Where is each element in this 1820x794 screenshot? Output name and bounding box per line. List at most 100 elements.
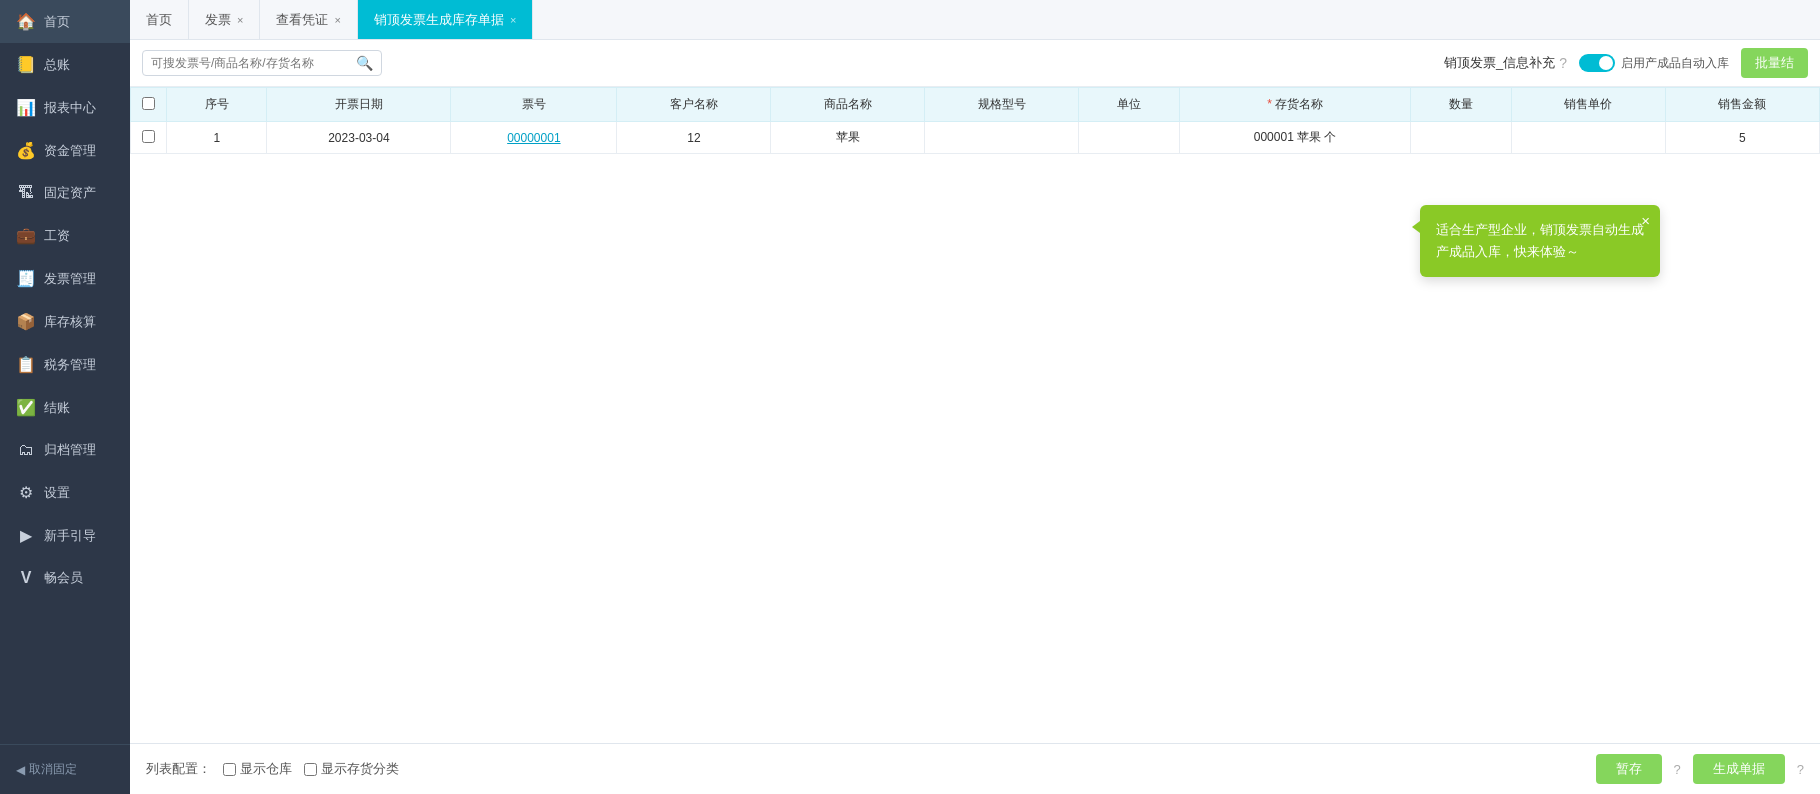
sidebar-item-label: 资金管理 <box>44 142 96 160</box>
search-box[interactable]: 🔍 <box>142 50 382 76</box>
sidebar-item-label: 工资 <box>44 227 70 245</box>
tab-home-label: 首页 <box>146 11 172 29</box>
footer-actions: 暂存 ? 生成单据 ? <box>1596 754 1804 784</box>
sidebar-item-home[interactable]: 🏠 首页 <box>0 0 130 43</box>
sidebar-item-settlement[interactable]: ✅ 结账 <box>0 386 130 429</box>
list-config: 列表配置： 显示仓库 显示存货分类 <box>146 760 399 778</box>
sidebar-item-label: 固定资产 <box>44 184 96 202</box>
row-inventory-name: 000001 苹果 个 <box>1179 122 1411 154</box>
show-category-checkbox[interactable] <box>304 763 317 776</box>
archive-icon: 🗂 <box>16 441 36 459</box>
guide-icon: ▶ <box>16 526 36 545</box>
save-button[interactable]: 暂存 <box>1596 754 1662 784</box>
header-ticket-no: 票号 <box>451 88 617 122</box>
info-label-text: 销顶发票_信息补充 <box>1444 54 1555 72</box>
sidebar-item-tax-management[interactable]: 📋 税务管理 <box>0 343 130 386</box>
tab-view-voucher-label: 查看凭证 <box>276 11 328 29</box>
search-icon: 🔍 <box>356 55 373 71</box>
row-checkbox[interactable] <box>142 130 155 143</box>
header-unit: 单位 <box>1079 88 1179 122</box>
sidebar-item-report-center[interactable]: 📊 报表中心 <box>0 86 130 129</box>
row-open-date: 2023-03-04 <box>267 122 451 154</box>
show-category-label[interactable]: 显示存货分类 <box>304 760 399 778</box>
sidebar-item-label: 畅会员 <box>44 569 83 587</box>
tab-invoice-label: 发票 <box>205 11 231 29</box>
header-qty: 数量 <box>1411 88 1511 122</box>
sidebar-item-label: 结账 <box>44 399 70 417</box>
header-inventory-name: 存货名称 <box>1179 88 1411 122</box>
batch-button[interactable]: 批量结 <box>1741 48 1808 78</box>
unpin-button[interactable]: ◀ 取消固定 <box>0 753 130 786</box>
header-product-name: 商品名称 <box>771 88 925 122</box>
tab-bar: 首页 发票 × 查看凭证 × 销顶发票生成库存单据 × <box>130 0 1820 40</box>
sidebar-item-archive-management[interactable]: 🗂 归档管理 <box>0 429 130 471</box>
settings-icon: ⚙ <box>16 483 36 502</box>
home-icon: 🏠 <box>16 12 36 31</box>
assets-icon: 🏗 <box>16 184 36 202</box>
header-unit-price: 销售单价 <box>1511 88 1665 122</box>
show-warehouse-checkbox[interactable] <box>223 763 236 776</box>
ledger-icon: 📒 <box>16 55 36 74</box>
header-seq: 序号 <box>167 88 267 122</box>
sidebar-item-invoice-management[interactable]: 🧾 发票管理 <box>0 257 130 300</box>
inventory-icon: 📦 <box>16 312 36 331</box>
sidebar-item-label: 归档管理 <box>44 441 96 459</box>
settlement-icon: ✅ <box>16 398 36 417</box>
tab-view-voucher-close[interactable]: × <box>334 14 340 26</box>
show-category-text: 显示存货分类 <box>321 760 399 778</box>
table-row: 1 2023-03-04 00000001 12 苹果 000001 苹果 个 … <box>131 122 1820 154</box>
sidebar-item-fund-management[interactable]: 💰 资金管理 <box>0 129 130 172</box>
auto-warehouse-toggle[interactable] <box>1579 54 1615 72</box>
search-input[interactable] <box>151 56 352 70</box>
tax-icon: 📋 <box>16 355 36 374</box>
row-customer-name: 12 <box>617 122 771 154</box>
sidebar-item-new-guide[interactable]: ▶ 新手引导 <box>0 514 130 557</box>
sidebar-item-label: 发票管理 <box>44 270 96 288</box>
select-all-checkbox[interactable] <box>142 97 155 110</box>
show-warehouse-label[interactable]: 显示仓库 <box>223 760 292 778</box>
table-header-row: 序号 开票日期 票号 客户名称 商品名称 规格型号 单位 存货名称 数量 销售单… <box>131 88 1820 122</box>
row-qty <box>1411 122 1511 154</box>
sidebar-item-label: 税务管理 <box>44 356 96 374</box>
tab-view-voucher[interactable]: 查看凭证 × <box>260 0 357 39</box>
header-customer-name: 客户名称 <box>617 88 771 122</box>
toggle-knob <box>1599 56 1613 70</box>
pin-label: 取消固定 <box>29 761 77 778</box>
payroll-icon: 💼 <box>16 226 36 245</box>
sidebar-item-label: 新手引导 <box>44 527 96 545</box>
report-icon: 📊 <box>16 98 36 117</box>
row-product-name: 苹果 <box>771 122 925 154</box>
sidebar-item-payroll[interactable]: 💼 工资 <box>0 214 130 257</box>
toolbar: 🔍 销顶发票_信息补充 ? 启用产成品自动入库 批量结 <box>130 40 1820 87</box>
save-help-icon[interactable]: ? <box>1674 762 1681 777</box>
tab-invoice[interactable]: 发票 × <box>189 0 260 39</box>
tab-home[interactable]: 首页 <box>130 0 189 39</box>
sidebar-item-inventory-check[interactable]: 📦 库存核算 <box>0 300 130 343</box>
sidebar-item-fixed-assets[interactable]: 🏗 固定资产 <box>0 172 130 214</box>
sidebar-item-label: 报表中心 <box>44 99 96 117</box>
tab-invoice-close[interactable]: × <box>237 14 243 26</box>
sidebar-item-label: 设置 <box>44 484 70 502</box>
header-checkbox-cell <box>131 88 167 122</box>
row-ticket-no[interactable]: 00000001 <box>451 122 617 154</box>
header-open-date: 开票日期 <box>267 88 451 122</box>
generate-button[interactable]: 生成单据 <box>1693 754 1785 784</box>
table-container: 序号 开票日期 票号 客户名称 商品名称 规格型号 单位 存货名称 数量 销售单… <box>130 87 1820 743</box>
tab-cancel-invoice[interactable]: 销顶发票生成库存单据 × <box>358 0 533 39</box>
popover-close-button[interactable]: × <box>1641 213 1650 228</box>
popover: × 适合生产型企业，销顶发票自动生成产成品入库，快来体验～ <box>1420 205 1660 277</box>
data-table: 序号 开票日期 票号 客户名称 商品名称 规格型号 单位 存货名称 数量 销售单… <box>130 87 1820 154</box>
tab-cancel-invoice-close[interactable]: × <box>510 14 516 26</box>
list-config-label: 列表配置： <box>146 760 211 778</box>
pin-icon: ◀ <box>16 763 25 777</box>
row-sales-amount: 5 <box>1665 122 1819 154</box>
sidebar-item-settings[interactable]: ⚙ 设置 <box>0 471 130 514</box>
footer: 列表配置： 显示仓库 显示存货分类 暂存 ? 生成单据 ? <box>130 743 1820 794</box>
sidebar-item-general-ledger[interactable]: 📒 总账 <box>0 43 130 86</box>
info-help-icon[interactable]: ? <box>1559 55 1567 71</box>
vip-icon: V <box>16 569 36 587</box>
generate-help-icon[interactable]: ? <box>1797 762 1804 777</box>
sidebar-item-label: 总账 <box>44 56 70 74</box>
sidebar-item-vip[interactable]: V 畅会员 <box>0 557 130 599</box>
info-label: 销顶发票_信息补充 ? <box>1444 54 1567 72</box>
